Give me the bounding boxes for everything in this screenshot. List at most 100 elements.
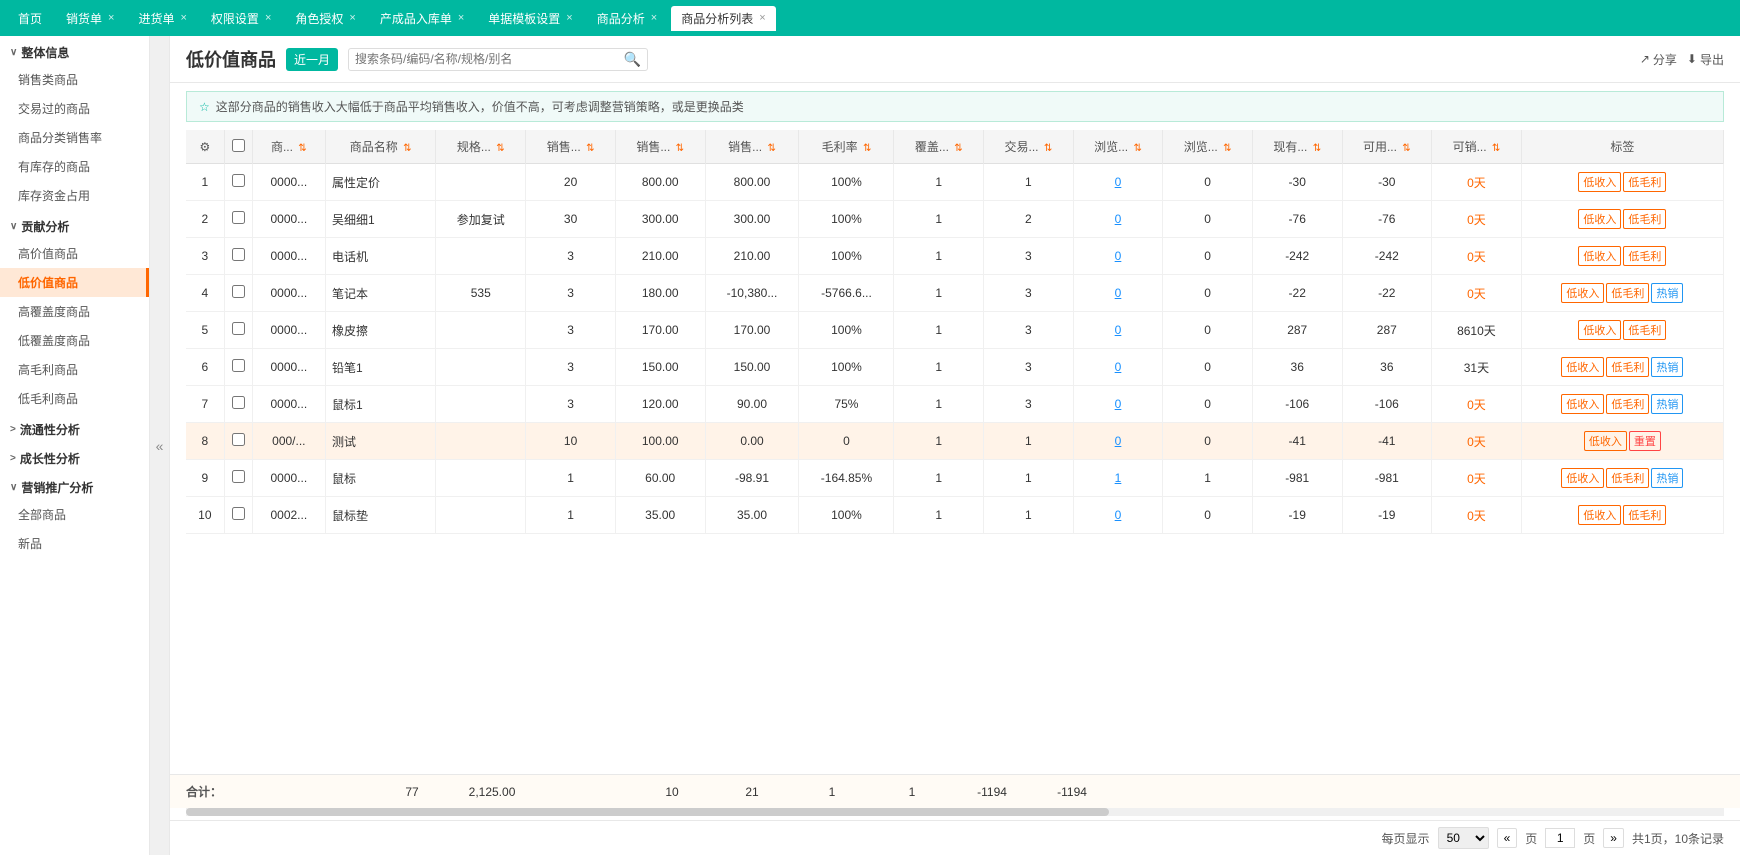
tag-badge: 低毛利: [1606, 468, 1649, 488]
sidebar-collapse-button[interactable]: «: [150, 36, 170, 855]
row-checkbox[interactable]: [232, 470, 245, 483]
close-icon[interactable]: ×: [180, 12, 186, 24]
row-view2: 0: [1163, 423, 1253, 460]
nav-tab-sales[interactable]: 销货单 ×: [56, 6, 124, 31]
close-icon[interactable]: ×: [108, 12, 114, 24]
sidebar-item-all-goods[interactable]: 全部商品: [0, 500, 149, 529]
nav-tab-home[interactable]: 首页: [8, 6, 52, 31]
close-icon[interactable]: ×: [349, 12, 355, 24]
row-view1[interactable]: 1: [1073, 460, 1163, 497]
row-checkbox[interactable]: [232, 285, 245, 298]
sidebar-item-low-coverage[interactable]: 低覆盖度商品: [0, 326, 149, 355]
row-checkbox-cell[interactable]: [224, 238, 252, 275]
nav-tab-template[interactable]: 单据模板设置 ×: [478, 6, 582, 31]
row-name: 属性定价: [325, 164, 435, 201]
col-sales1[interactable]: 销售... ⇅: [615, 130, 705, 164]
row-checkbox[interactable]: [232, 174, 245, 187]
close-icon[interactable]: ×: [651, 12, 657, 24]
sidebar-group-marketing[interactable]: ∨ 营销推广分析: [0, 471, 149, 500]
col-spec[interactable]: 规格... ⇅: [436, 130, 526, 164]
col-view2[interactable]: 浏览... ⇅: [1163, 130, 1253, 164]
row-checkbox-cell[interactable]: [224, 386, 252, 423]
sidebar-item-sales-goods[interactable]: 销售类商品: [0, 65, 149, 94]
nav-tab-roles[interactable]: 角色授权 ×: [285, 6, 365, 31]
row-checkbox[interactable]: [232, 507, 245, 520]
row-checkbox[interactable]: [232, 248, 245, 261]
row-view1[interactable]: 0: [1073, 312, 1163, 349]
col-stock1[interactable]: 现有... ⇅: [1252, 130, 1342, 164]
scrollbar-thumb[interactable]: [186, 808, 1109, 816]
row-checkbox[interactable]: [232, 359, 245, 372]
row-view1[interactable]: 0: [1073, 497, 1163, 534]
row-view1[interactable]: 0: [1073, 423, 1163, 460]
col-name[interactable]: 商品名称 ⇅: [325, 130, 435, 164]
close-icon[interactable]: ×: [265, 12, 271, 24]
date-filter-button[interactable]: 近一月: [286, 48, 338, 71]
nav-tab-perms[interactable]: 权限设置 ×: [201, 6, 281, 31]
sidebar-item-low-margin[interactable]: 低毛利商品: [0, 384, 149, 413]
row-checkbox-cell[interactable]: [224, 275, 252, 312]
sidebar-group-flow[interactable]: > 流通性分析: [0, 413, 149, 442]
sidebar-item-high-coverage[interactable]: 高覆盖度商品: [0, 297, 149, 326]
row-checkbox[interactable]: [232, 322, 245, 335]
col-margin[interactable]: 毛利率 ⇅: [799, 130, 894, 164]
sidebar-item-stock-fund[interactable]: 库存资金占用: [0, 181, 149, 210]
row-checkbox-cell[interactable]: [224, 312, 252, 349]
col-coverage[interactable]: 覆盖... ⇅: [894, 130, 984, 164]
close-icon[interactable]: ×: [759, 12, 765, 24]
col-sales2[interactable]: 销售... ⇅: [705, 130, 799, 164]
next-page-button[interactable]: »: [1603, 828, 1624, 848]
sidebar-group-growth[interactable]: > 成长性分析: [0, 442, 149, 471]
sidebar-item-high-value[interactable]: 高价值商品: [0, 239, 149, 268]
sidebar-group-overall[interactable]: ∨ 整体信息: [0, 36, 149, 65]
row-checkbox-cell[interactable]: [224, 497, 252, 534]
close-icon[interactable]: ×: [458, 12, 464, 24]
sidebar-item-in-stock[interactable]: 有库存的商品: [0, 152, 149, 181]
col-trade[interactable]: 交易... ⇅: [984, 130, 1074, 164]
row-checkbox-cell[interactable]: [224, 349, 252, 386]
search-input[interactable]: [355, 52, 620, 66]
sidebar-item-category-rate[interactable]: 商品分类销售率: [0, 123, 149, 152]
nav-tab-purchase[interactable]: 进货单 ×: [128, 6, 196, 31]
close-icon[interactable]: ×: [566, 12, 572, 24]
page-number-input[interactable]: [1545, 828, 1575, 848]
col-view1[interactable]: 浏览... ⇅: [1073, 130, 1163, 164]
row-coverage: 1: [894, 423, 984, 460]
col-qty[interactable]: 销售... ⇅: [526, 130, 616, 164]
sidebar-item-high-margin[interactable]: 高毛利商品: [0, 355, 149, 384]
search-icon[interactable]: 🔍: [624, 51, 641, 68]
nav-tab-analysis[interactable]: 商品分析 ×: [587, 6, 667, 31]
nav-tab-stock[interactable]: 产成品入库单 ×: [370, 6, 474, 31]
row-view1[interactable]: 0: [1073, 349, 1163, 386]
row-view1[interactable]: 0: [1073, 238, 1163, 275]
select-all-checkbox[interactable]: [232, 139, 245, 152]
per-page-select[interactable]: 50 100: [1438, 827, 1489, 849]
row-checkbox-cell[interactable]: [224, 460, 252, 497]
col-stock2[interactable]: 可用... ⇅: [1342, 130, 1432, 164]
nav-tab-analysis-list[interactable]: 商品分析列表 ×: [671, 6, 775, 31]
row-checkbox-cell[interactable]: [224, 164, 252, 201]
sidebar-group-contribution[interactable]: ∨ 贡献分析: [0, 210, 149, 239]
row-checkbox[interactable]: [232, 433, 245, 446]
first-page-button[interactable]: «: [1497, 828, 1518, 848]
row-view1[interactable]: 0: [1073, 386, 1163, 423]
horizontal-scrollbar[interactable]: [186, 808, 1724, 816]
row-checkbox-cell[interactable]: [224, 201, 252, 238]
col-checkbox[interactable]: [224, 130, 252, 164]
row-checkbox-cell[interactable]: [224, 423, 252, 460]
col-code[interactable]: 商... ⇅: [252, 130, 325, 164]
row-view1[interactable]: 0: [1073, 275, 1163, 312]
row-checkbox[interactable]: [232, 211, 245, 224]
row-view1[interactable]: 0: [1073, 201, 1163, 238]
sidebar-item-traded-goods[interactable]: 交易过的商品: [0, 94, 149, 123]
row-view1[interactable]: 0: [1073, 164, 1163, 201]
row-checkbox[interactable]: [232, 396, 245, 409]
tag-badge: 低毛利: [1623, 505, 1666, 525]
col-days[interactable]: 可销... ⇅: [1432, 130, 1522, 164]
col-settings[interactable]: ⚙: [186, 130, 224, 164]
sidebar-item-new-goods[interactable]: 新品: [0, 529, 149, 558]
share-button[interactable]: ↗ 分享: [1640, 51, 1677, 68]
row-days: 0天: [1432, 238, 1522, 275]
sidebar-item-low-value[interactable]: 低价值商品: [0, 268, 149, 297]
export-button[interactable]: ⬇ 导出: [1687, 51, 1724, 68]
